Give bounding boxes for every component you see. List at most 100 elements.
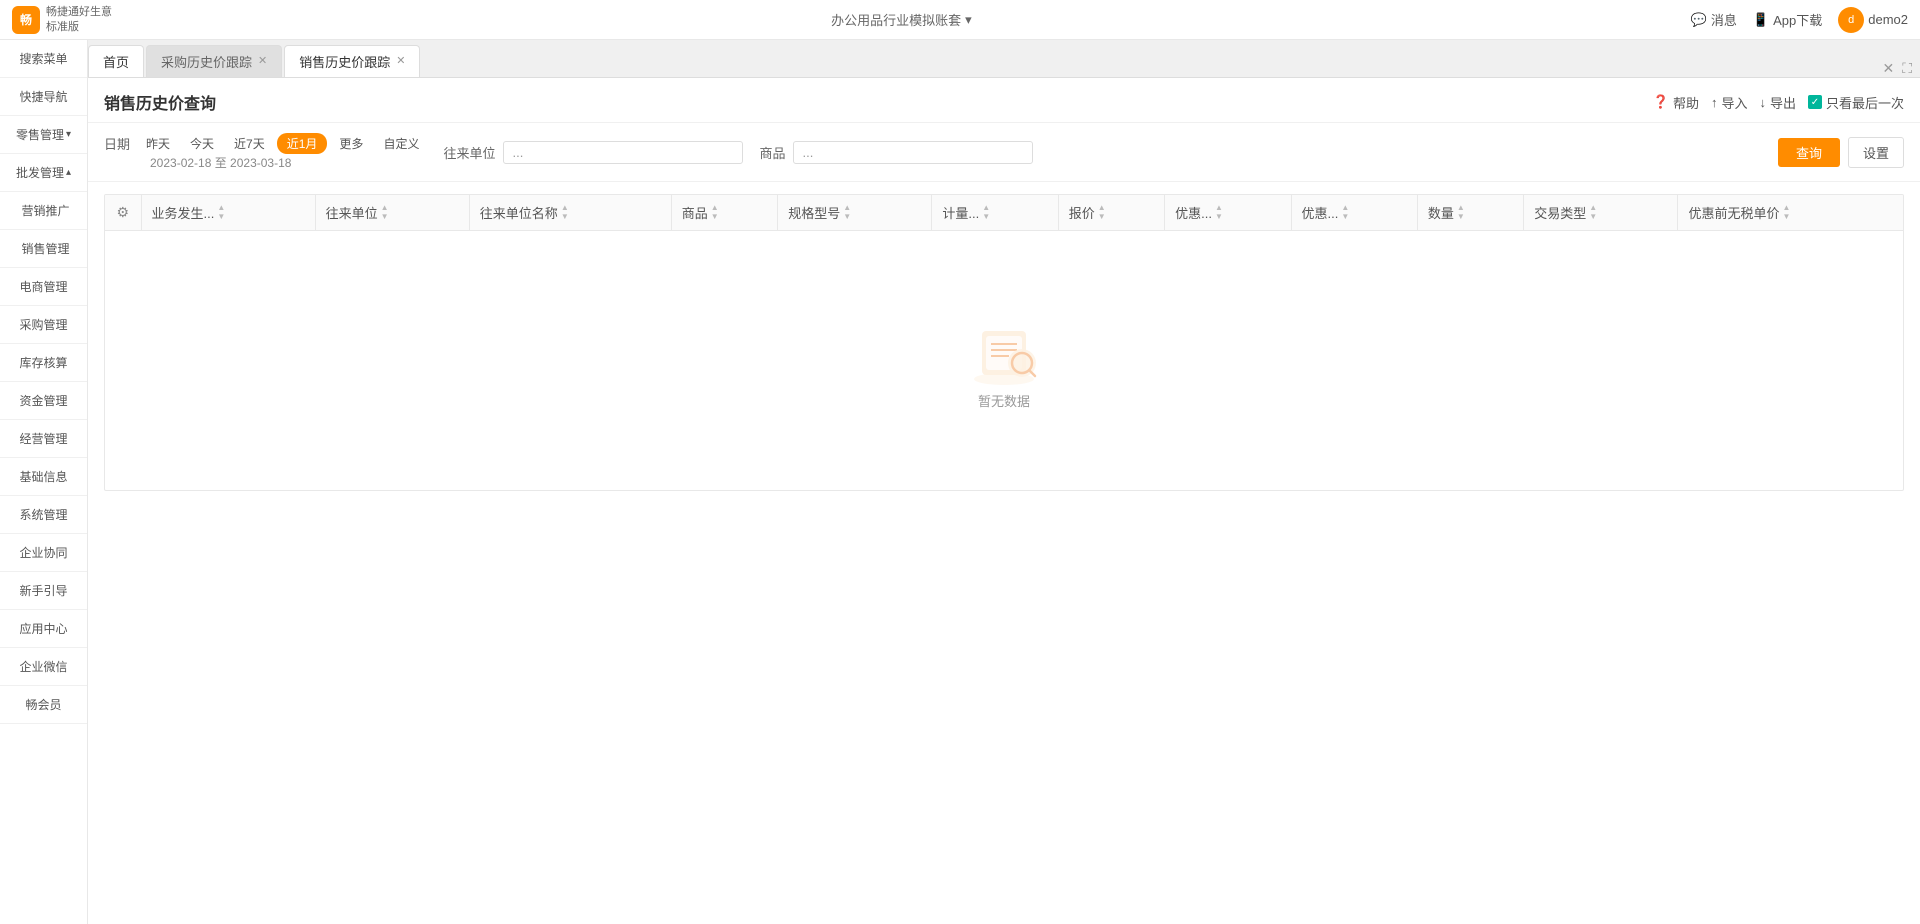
empty-state: 暂无数据 bbox=[105, 231, 1903, 490]
export-icon: ↓ bbox=[1759, 95, 1766, 110]
sidebar-item-finance[interactable]: 资金管理 bbox=[0, 382, 87, 420]
sort-arrows-partner-code: ▲▼ bbox=[381, 204, 389, 221]
sidebar-item-sales-mgmt[interactable]: 销售管理 bbox=[0, 230, 87, 268]
date-btn-yesterday[interactable]: 昨天 bbox=[138, 133, 178, 154]
tab-home[interactable]: 首页 bbox=[88, 45, 144, 77]
th-spec[interactable]: 规格型号 ▲▼ bbox=[778, 195, 932, 231]
product-input[interactable]: ... bbox=[793, 141, 1033, 164]
sidebar-item-basic-info[interactable]: 基础信息 bbox=[0, 458, 87, 496]
empty-state-text: 暂无数据 bbox=[978, 391, 1030, 410]
tab-close-sales[interactable]: ✕ bbox=[396, 56, 405, 67]
content-area: 首页 采购历史价跟踪 ✕ 销售历史价跟踪 ✕ ✕ ⛶ 销售历史价查询 bbox=[88, 40, 1920, 924]
sidebar-item-purchase-mgmt[interactable]: 采购管理 bbox=[0, 306, 87, 344]
sidebar-item-system-mgmt[interactable]: 系统管理 bbox=[0, 496, 87, 534]
app-selector[interactable]: 办公用品行业模拟账套 ▾ bbox=[831, 10, 972, 29]
chevron-down-icon: ▾ bbox=[965, 12, 972, 28]
sidebar-item-app-center[interactable]: 应用中心 bbox=[0, 610, 87, 648]
th-partner-name[interactable]: 往来单位名称 ▲▼ bbox=[469, 195, 671, 231]
export-button[interactable]: ↓ 导出 bbox=[1759, 93, 1796, 112]
sidebar-item-search-menu[interactable]: 搜索菜单 bbox=[0, 40, 87, 78]
th-discount2[interactable]: 优惠... ▲▼ bbox=[1291, 195, 1417, 231]
th-quantity[interactable]: 数量 ▲▼ bbox=[1417, 195, 1523, 231]
sidebar-item-inventory[interactable]: 库存核算 bbox=[0, 344, 87, 382]
table-area: ⚙ 业务发生... ▲▼ 往来 bbox=[88, 194, 1920, 491]
settings-button[interactable]: 设置 bbox=[1848, 137, 1904, 168]
sidebar-item-retail-mgmt[interactable]: 零售管理 ▾ bbox=[0, 116, 87, 154]
sort-arrows-discount1: ▲▼ bbox=[1215, 204, 1223, 221]
logo-icon: 畅 bbox=[12, 6, 40, 34]
avatar: d bbox=[1838, 7, 1864, 33]
topbar-center: 办公用品行业模拟账套 ▾ bbox=[831, 10, 972, 29]
sort-arrows-pretax-price: ▲▼ bbox=[1782, 204, 1790, 221]
sidebar-item-corp-collab[interactable]: 企业协同 bbox=[0, 534, 87, 572]
main-layout: 搜索菜单 快捷导航 零售管理 ▾ 批发管理 ▴ 营销推广 销售管理 电商管理 采 bbox=[0, 40, 1920, 924]
th-product[interactable]: 商品 ▲▼ bbox=[671, 195, 777, 231]
sidebar-item-operations[interactable]: 经营管理 bbox=[0, 420, 87, 458]
tabbar: 首页 采购历史价跟踪 ✕ 销售历史价跟踪 ✕ ✕ ⛶ bbox=[88, 40, 1920, 78]
help-icon: ❓ bbox=[1653, 94, 1669, 110]
phone-icon: 📱 bbox=[1753, 12, 1769, 28]
help-button[interactable]: ❓ 帮助 bbox=[1653, 93, 1699, 112]
product-filter-group: 商品 ... bbox=[759, 141, 1033, 164]
th-unit[interactable]: 计量... ▲▼ bbox=[932, 195, 1058, 231]
date-btn-last7days[interactable]: 近7天 bbox=[226, 133, 273, 154]
import-icon: ↑ bbox=[1711, 95, 1718, 110]
table-header-row: ⚙ 业务发生... ▲▼ 往来 bbox=[105, 195, 1903, 231]
date-btn-today[interactable]: 今天 bbox=[182, 133, 222, 154]
date-shortcuts: 昨天 今天 近7天 近1月 更多 自定义 bbox=[138, 133, 427, 154]
tab-purchase-history[interactable]: 采购历史价跟踪 ✕ bbox=[146, 45, 282, 77]
date-btn-1month[interactable]: 近1月 bbox=[277, 133, 328, 154]
tab-bar-right: ✕ ⛶ bbox=[422, 60, 1920, 77]
th-discount1[interactable]: 优惠... ▲▼ bbox=[1165, 195, 1291, 231]
th-partner-code[interactable]: 往来单位 ▲▼ bbox=[315, 195, 469, 231]
date-btn-custom[interactable]: 自定义 bbox=[375, 133, 427, 154]
sidebar-item-marketing[interactable]: 营销推广 bbox=[0, 192, 87, 230]
date-label: 日期 bbox=[104, 134, 130, 153]
topbar-left: 畅 畅捷通好生意 标准版 bbox=[12, 5, 112, 34]
maximize-icon[interactable]: ⛶ bbox=[1902, 60, 1912, 77]
sidebar-item-corp-wechat[interactable]: 企业微信 bbox=[0, 648, 87, 686]
date-range-display: 2023-02-18 至 2023-03-18 bbox=[150, 154, 291, 171]
sidebar-item-quick-nav[interactable]: 快捷导航 bbox=[0, 78, 87, 116]
sidebar-item-vip-member[interactable]: 畅会员 bbox=[0, 686, 87, 724]
tab-close-purchase[interactable]: ✕ bbox=[258, 56, 267, 67]
sort-arrows-unit: ▲▼ bbox=[982, 204, 990, 221]
topbar-right: 💬 消息 📱 App下载 d demo2 bbox=[1691, 7, 1908, 33]
page-header: 销售历史价查询 ❓ 帮助 ↑ 导入 ↓ 导出 ✓ bbox=[88, 78, 1920, 123]
gear-icon[interactable]: ⚙ bbox=[116, 204, 129, 220]
product-label: 商品 bbox=[759, 143, 785, 162]
query-button[interactable]: 查询 bbox=[1778, 138, 1840, 167]
expand-icon: ▾ bbox=[66, 129, 71, 140]
sort-arrows-quote: ▲▼ bbox=[1098, 204, 1106, 221]
page-title: 销售历史价查询 bbox=[104, 90, 216, 114]
sidebar-item-ecommerce-mgmt[interactable]: 电商管理 bbox=[0, 268, 87, 306]
checkbox-icon: ✓ bbox=[1808, 95, 1822, 109]
tab-sales-history[interactable]: 销售历史价跟踪 ✕ bbox=[284, 45, 420, 77]
filter-buttons: 查询 设置 bbox=[1778, 137, 1904, 168]
message-icon: 💬 bbox=[1691, 12, 1707, 28]
app-download-nav[interactable]: 📱 App下载 bbox=[1753, 10, 1822, 29]
date-btn-more[interactable]: 更多 bbox=[331, 133, 371, 154]
th-settings: ⚙ bbox=[105, 195, 141, 231]
page-content: 销售历史价查询 ❓ 帮助 ↑ 导入 ↓ 导出 ✓ bbox=[88, 78, 1920, 924]
close-all-icon[interactable]: ✕ bbox=[1882, 60, 1894, 77]
import-button[interactable]: ↑ 导入 bbox=[1711, 93, 1748, 112]
sidebar: 搜索菜单 快捷导航 零售管理 ▾ 批发管理 ▴ 营销推广 销售管理 电商管理 采 bbox=[0, 40, 88, 924]
data-table: ⚙ 业务发生... ▲▼ 往来 bbox=[105, 195, 1903, 231]
th-pretax-price[interactable]: 优惠前无税单价 ▲▼ bbox=[1678, 195, 1903, 231]
table-container: ⚙ 业务发生... ▲▼ 往来 bbox=[104, 194, 1904, 491]
th-biz-date[interactable]: 业务发生... ▲▼ bbox=[141, 195, 315, 231]
sidebar-item-wholesale-mgmt[interactable]: 批发管理 ▴ bbox=[0, 154, 87, 192]
topbar: 畅 畅捷通好生意 标准版 办公用品行业模拟账套 ▾ 💬 消息 📱 App下载 d… bbox=[0, 0, 1920, 40]
th-quote[interactable]: 报价 ▲▼ bbox=[1058, 195, 1164, 231]
partner-input[interactable]: ... bbox=[503, 141, 743, 164]
date-filter-row: 日期 昨天 今天 近7天 近1月 更多 自定义 2023-02-18 至 202… bbox=[104, 133, 427, 171]
message-nav[interactable]: 💬 消息 bbox=[1691, 10, 1737, 29]
user-menu[interactable]: d demo2 bbox=[1838, 7, 1908, 33]
sidebar-item-newbie-guide[interactable]: 新手引导 bbox=[0, 572, 87, 610]
sort-arrows-spec: ▲▼ bbox=[843, 204, 851, 221]
page-actions: ❓ 帮助 ↑ 导入 ↓ 导出 ✓ 只看最后一次 bbox=[1653, 93, 1904, 112]
only-last-checkbox[interactable]: ✓ 只看最后一次 bbox=[1808, 93, 1904, 112]
partner-filter-group: 往来单位 ... bbox=[443, 141, 743, 164]
th-trade-type[interactable]: 交易类型 ▲▼ bbox=[1524, 195, 1678, 231]
